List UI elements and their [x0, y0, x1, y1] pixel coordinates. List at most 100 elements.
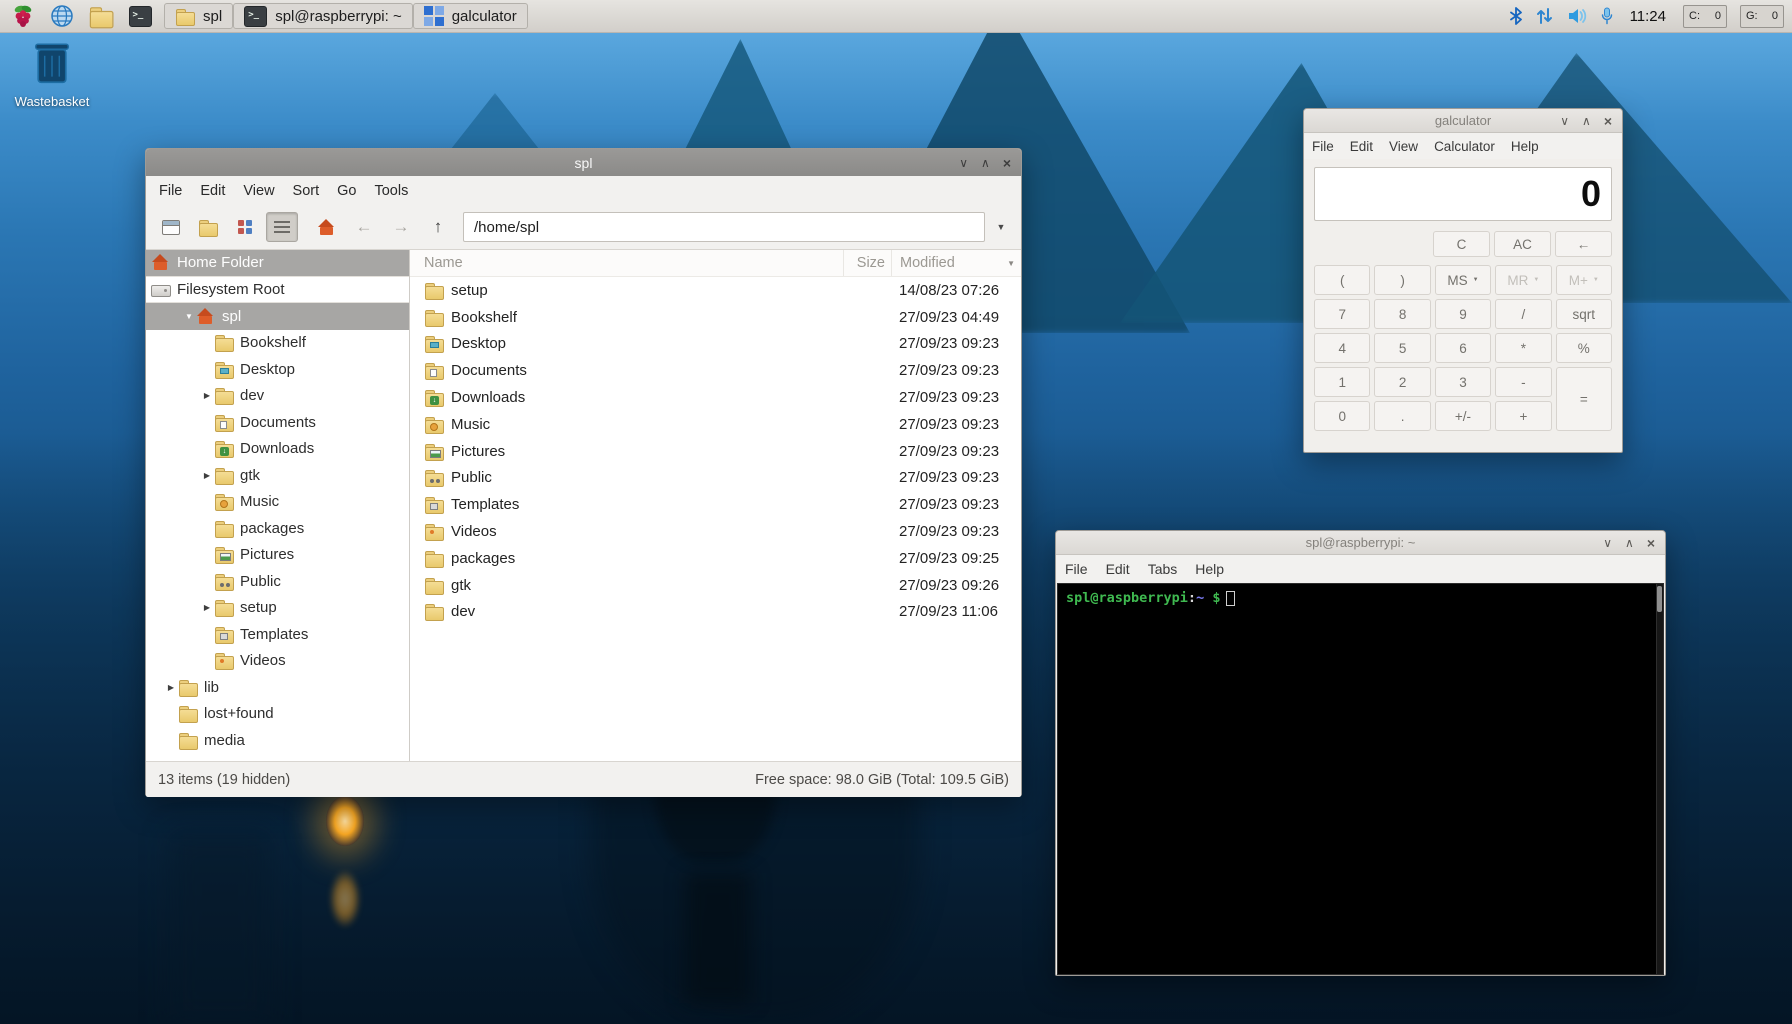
sidebar-tree-item[interactable]: dev — [146, 383, 409, 410]
sidebar-tree-item[interactable]: Filesystem Root — [146, 277, 409, 303]
column-header-name[interactable]: Name — [410, 250, 843, 276]
key-4[interactable]: 4 — [1314, 333, 1371, 363]
key-5[interactable]: 5 — [1374, 333, 1431, 363]
menu-item[interactable]: Help — [1503, 136, 1547, 157]
terminal-launcher[interactable] — [125, 2, 155, 30]
gpu-monitor[interactable]: G: 0 — [1740, 4, 1784, 28]
sidebar-tree-item[interactable]: media — [146, 727, 409, 754]
all-clear-button[interactable]: AC — [1494, 231, 1551, 257]
new-window-button[interactable] — [155, 212, 187, 242]
bluetooth-icon[interactable] — [1509, 7, 1523, 25]
file-row[interactable]: Templates 27/09/23 09:23 — [410, 491, 1021, 518]
key-8[interactable]: 8 — [1374, 299, 1431, 329]
menu-item[interactable]: File — [1056, 557, 1097, 581]
path-dropdown-button[interactable]: ▼ — [990, 212, 1012, 242]
plus-button[interactable]: + — [1495, 401, 1552, 431]
app-menu-button[interactable] — [8, 2, 38, 30]
menu-item[interactable]: Tools — [365, 179, 417, 203]
home-button[interactable] — [311, 212, 343, 242]
sidebar-tree-item[interactable]: Videos — [146, 648, 409, 675]
multiply-button[interactable]: * — [1495, 333, 1552, 363]
tree-expander-icon[interactable] — [200, 471, 214, 480]
memory-recall-button[interactable]: MR — [1495, 265, 1552, 295]
tree-expander-icon[interactable] — [164, 683, 178, 692]
menu-item[interactable]: View — [234, 179, 283, 203]
sidebar-tree-item[interactable]: Home Folder — [146, 250, 409, 277]
tree-expander-icon[interactable] — [182, 312, 196, 321]
file-row[interactable]: Pictures 27/09/23 09:23 — [410, 438, 1021, 465]
file-row[interactable]: Public 27/09/23 09:23 — [410, 465, 1021, 492]
file-row[interactable]: dev 27/09/23 11:06 — [410, 599, 1021, 626]
file-manager-titlebar[interactable]: spl ∨ ∧ × — [146, 149, 1021, 176]
maximize-icon[interactable]: ∧ — [981, 157, 990, 169]
tree-expander-icon[interactable] — [200, 391, 214, 400]
sidebar-tree-item[interactable]: Music — [146, 489, 409, 516]
key-0[interactable]: 0 — [1314, 401, 1371, 431]
file-manager-launcher[interactable] — [86, 2, 116, 30]
wastebasket-desktop-icon[interactable]: Wastebasket — [10, 38, 94, 109]
sidebar-tree-item[interactable]: Desktop — [146, 356, 409, 383]
file-row[interactable]: Downloads 27/09/23 09:23 — [410, 384, 1021, 411]
maximize-icon[interactable]: ∧ — [1582, 115, 1591, 127]
taskbar-window-button[interactable]: galculator — [412, 3, 528, 29]
taskbar-clock[interactable]: 11:24 — [1626, 8, 1670, 25]
paren-close-button[interactable]: ) — [1374, 265, 1431, 295]
key-6[interactable]: 6 — [1434, 333, 1492, 363]
terminal-scrollbar[interactable] — [1656, 584, 1663, 974]
sqrt-button[interactable]: sqrt — [1555, 299, 1612, 329]
taskbar-window-button[interactable]: spl — [164, 3, 234, 29]
column-header-size[interactable]: Size — [843, 250, 891, 276]
menu-item[interactable]: View — [1381, 136, 1426, 157]
close-icon[interactable]: × — [1003, 156, 1011, 170]
taskbar-window-button[interactable]: spl@raspberrypi: ~ — [233, 3, 413, 29]
list-view-button[interactable] — [266, 212, 298, 242]
minus-button[interactable]: - — [1495, 367, 1552, 397]
sidebar-tree-item[interactable]: Public — [146, 568, 409, 595]
menu-item[interactable]: Edit — [191, 179, 234, 203]
sidebar-tree-item[interactable]: lib — [146, 674, 409, 701]
menu-item[interactable]: Edit — [1097, 557, 1139, 581]
tree-expander-icon[interactable] — [200, 603, 214, 612]
file-row[interactable]: Music 27/09/23 09:23 — [410, 411, 1021, 438]
volume-icon[interactable] — [1567, 8, 1588, 24]
key-3[interactable]: 3 — [1434, 367, 1492, 397]
key-2[interactable]: 2 — [1374, 367, 1431, 397]
path-input[interactable]: /home/spl — [463, 212, 985, 242]
menu-item[interactable]: Calculator — [1426, 136, 1503, 157]
clear-button[interactable]: C — [1433, 231, 1490, 257]
sidebar-tree-item[interactable]: lost+found — [146, 701, 409, 728]
back-button[interactable]: ← — [348, 212, 380, 242]
file-row[interactable]: Documents 27/09/23 09:23 — [410, 357, 1021, 384]
browser-launcher[interactable] — [47, 2, 77, 30]
menu-item[interactable]: Sort — [284, 179, 329, 203]
sidebar-tree-item[interactable]: gtk — [146, 462, 409, 489]
maximize-icon[interactable]: ∧ — [1625, 537, 1634, 549]
sidebar-tree-item[interactable]: Bookshelf — [146, 330, 409, 357]
new-tab-button[interactable] — [192, 212, 224, 242]
terminal-scrollbar-thumb[interactable] — [1657, 586, 1662, 612]
sidebar-tree-item[interactable]: packages — [146, 515, 409, 542]
sidebar-tree-item[interactable]: Pictures — [146, 542, 409, 569]
forward-button[interactable]: → — [385, 212, 417, 242]
sidebar-tree-item[interactable]: Templates — [146, 621, 409, 648]
key-1[interactable]: 1 — [1314, 367, 1371, 397]
icon-view-button[interactable] — [229, 212, 261, 242]
terminal-titlebar[interactable]: spl@raspberrypi: ~ ∨ ∧ × — [1056, 531, 1665, 555]
memory-store-button[interactable]: MS — [1434, 265, 1492, 295]
menu-item[interactable]: Help — [1186, 557, 1233, 581]
cpu-monitor[interactable]: C: 0 — [1683, 4, 1727, 28]
terminal-screen[interactable]: spl@raspberrypi:~ $ — [1057, 583, 1664, 975]
backspace-button[interactable]: ← — [1555, 231, 1612, 257]
calculator-titlebar[interactable]: galculator ∨ ∧ × — [1304, 109, 1622, 133]
menu-item[interactable]: Tabs — [1139, 557, 1187, 581]
sidebar-tree-item[interactable]: Downloads — [146, 436, 409, 463]
sidebar-tree-item[interactable]: setup — [146, 595, 409, 622]
sign-button[interactable]: +/- — [1434, 401, 1492, 431]
key-9[interactable]: 9 — [1434, 299, 1492, 329]
sidebar-tree-item[interactable]: Documents — [146, 409, 409, 436]
minimize-icon[interactable]: ∨ — [959, 157, 968, 169]
file-row[interactable]: gtk 27/09/23 09:26 — [410, 572, 1021, 599]
column-header-modified[interactable]: Modified ▼ — [891, 250, 1021, 276]
percent-button[interactable]: % — [1555, 333, 1612, 363]
microphone-icon[interactable] — [1601, 7, 1613, 25]
